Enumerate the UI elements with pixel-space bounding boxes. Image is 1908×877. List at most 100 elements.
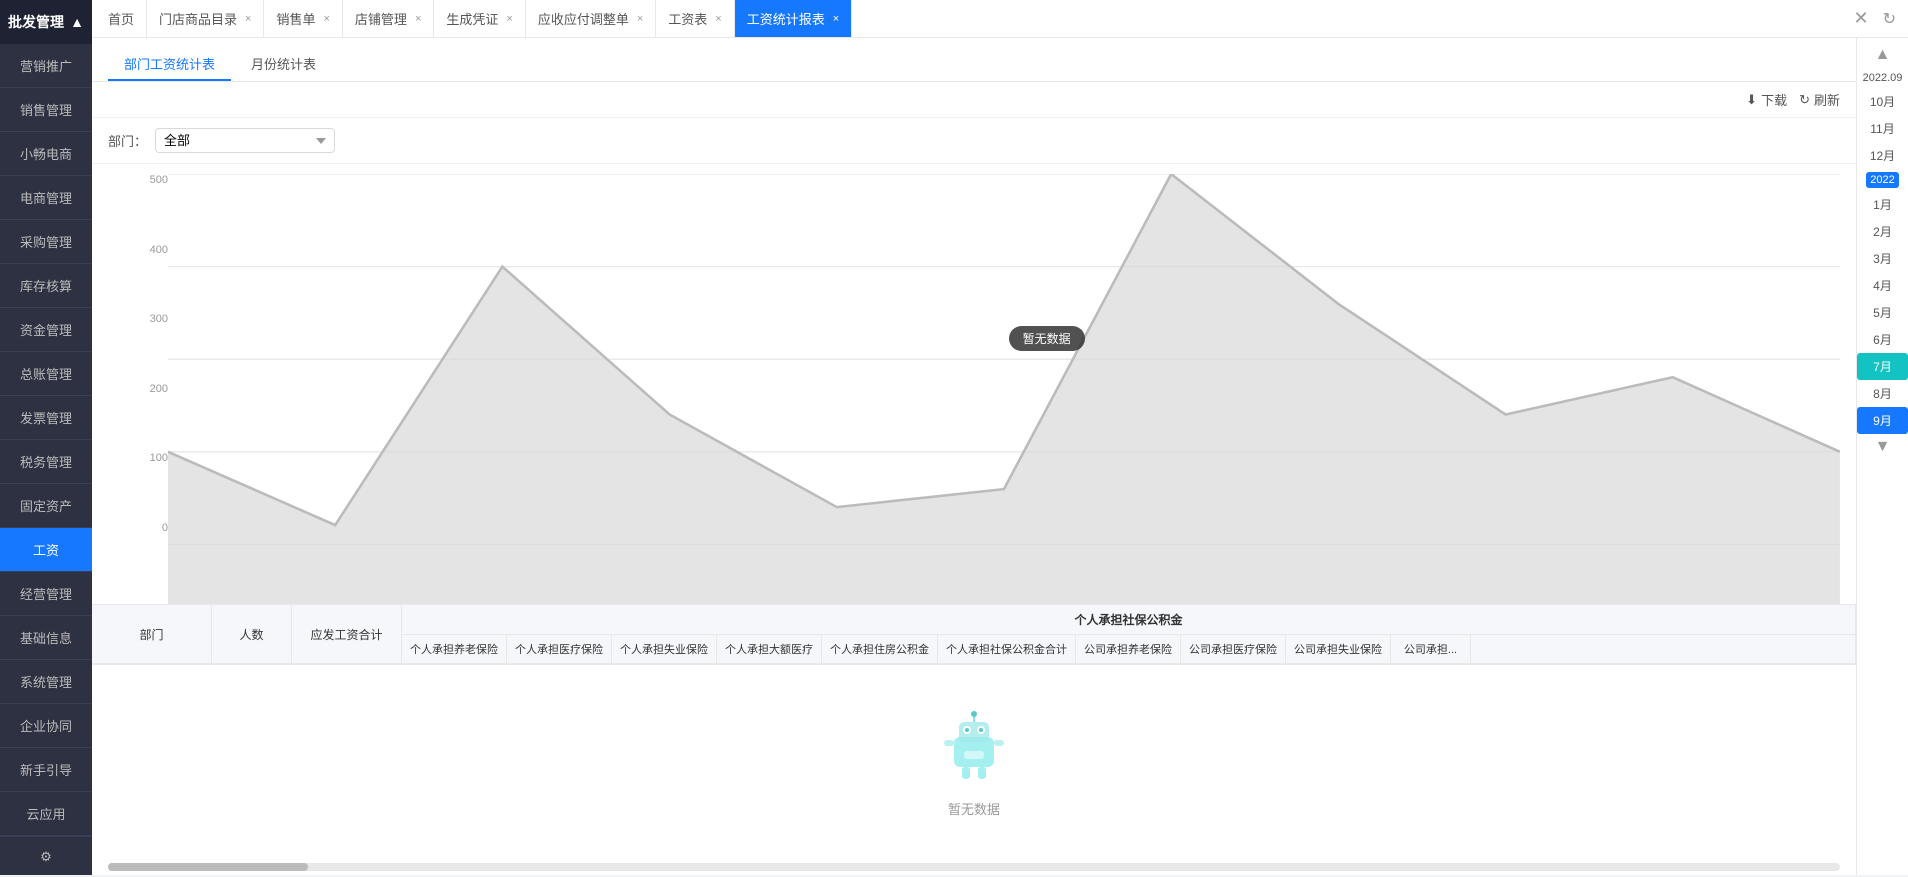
th-housing-fund: 个人承担住房公积金 bbox=[822, 635, 938, 663]
sidebar-item-ledger[interactable]: 总账管理 bbox=[0, 352, 92, 396]
chart-y-axis: 0 100 200 300 400 500 bbox=[138, 174, 168, 534]
dept-select[interactable]: 全部 bbox=[155, 128, 335, 153]
tab-ar-ap[interactable]: 应收应付调整单 × bbox=[526, 0, 656, 38]
tab-close-voucher[interactable]: × bbox=[506, 13, 512, 25]
th-major-medical: 个人承担大额医疗 bbox=[717, 635, 822, 663]
no-data-text: 暂无数据 bbox=[948, 799, 1000, 818]
sidebar-item-tax[interactable]: 税务管理 bbox=[0, 440, 92, 484]
tab-payroll[interactable]: 工资表 × bbox=[656, 0, 734, 38]
sidebar-item-system[interactable]: 系统管理 bbox=[0, 660, 92, 704]
th-total-salary: 应发工资合计 bbox=[292, 605, 402, 663]
date-month-jan[interactable]: 1月 bbox=[1857, 191, 1908, 218]
tab-close-store-catalog[interactable]: × bbox=[245, 13, 251, 25]
tab-close-payroll[interactable]: × bbox=[715, 13, 721, 25]
th-company-pension: 公司承担养老保险 bbox=[1076, 635, 1181, 663]
sidebar-item-basic-info[interactable]: 基础信息 bbox=[0, 616, 92, 660]
sidebar: 批发管理 ▲ 营销推广 销售管理 小畅电商 电商管理 采购管理 库存核算 资金管… bbox=[0, 0, 92, 875]
date-month-dec[interactable]: 12月 bbox=[1857, 142, 1908, 169]
table-scrollbar-thumb[interactable] bbox=[108, 863, 308, 871]
y-label-500: 500 bbox=[138, 174, 168, 186]
date-month-aug[interactable]: 8月 bbox=[1857, 380, 1908, 407]
sidebar-item-finance[interactable]: 资金管理 bbox=[0, 308, 92, 352]
sub-tab-monthly[interactable]: 月份统计表 bbox=[235, 48, 332, 81]
y-label-400: 400 bbox=[138, 244, 168, 256]
tab-close-store-manage[interactable]: × bbox=[415, 13, 421, 25]
date-month-may[interactable]: 5月 bbox=[1857, 299, 1908, 326]
date-month-jul[interactable]: 7月 bbox=[1857, 353, 1908, 380]
table-scrollbar[interactable] bbox=[108, 863, 1840, 871]
page-content: 部门工资统计表 月份统计表 ⬇ 下载 ↻ 刷新 部门： bbox=[92, 38, 1856, 875]
close-all-tabs-button[interactable]: ✕ bbox=[1850, 8, 1873, 29]
sidebar-toggle-icon: ▲ bbox=[70, 14, 84, 30]
th-company-more: 公司承担... bbox=[1391, 635, 1471, 663]
sidebar-item-ecommerce-small[interactable]: 小畅电商 bbox=[0, 132, 92, 176]
tab-store-catalog[interactable]: 门店商品目录 × bbox=[147, 0, 264, 38]
sidebar-item-guide[interactable]: 新手引导 bbox=[0, 748, 92, 792]
tab-close-payroll-report[interactable]: × bbox=[833, 13, 839, 25]
th-headcount: 人数 bbox=[212, 605, 292, 663]
sub-tabs: 部门工资统计表 月份统计表 bbox=[92, 38, 1856, 82]
chart-container: 0 100 200 300 400 500 bbox=[108, 174, 1840, 574]
date-month-nov[interactable]: 11月 bbox=[1857, 115, 1908, 142]
sidebar-item-invoice[interactable]: 发票管理 bbox=[0, 396, 92, 440]
sidebar-item-operations[interactable]: 经营管理 bbox=[0, 572, 92, 616]
th-group-personal: 个人承担社保公积金 个人承担养老保险 个人承担医疗保险 个人承担失业保险 bbox=[402, 605, 1856, 663]
tab-bar-end: ✕ ↻ bbox=[1842, 8, 1908, 29]
th-company-medical: 公司承担医疗保险 bbox=[1181, 635, 1286, 663]
date-month-sep[interactable]: 9月 bbox=[1857, 407, 1908, 434]
tab-home[interactable]: 首页 bbox=[96, 0, 147, 38]
content-area: 部门工资统计表 月份统计表 ⬇ 下载 ↻ 刷新 部门： bbox=[92, 38, 1908, 875]
download-icon: ⬇ bbox=[1746, 92, 1757, 108]
sidebar-settings[interactable]: ⚙ bbox=[0, 836, 92, 877]
sidebar-item-collab[interactable]: 企业协同 bbox=[0, 704, 92, 748]
th-dept: 部门 bbox=[92, 605, 212, 663]
sidebar-item-sales[interactable]: 销售管理 bbox=[0, 88, 92, 132]
th-pension: 个人承担养老保险 bbox=[402, 635, 507, 663]
no-data-robot-icon bbox=[934, 707, 1014, 787]
tab-close-sales-order[interactable]: × bbox=[323, 13, 329, 25]
th-total-personal: 个人承担社保公积金合计 bbox=[938, 635, 1076, 663]
date-month-jun[interactable]: 6月 bbox=[1857, 326, 1908, 353]
main-area: 首页 门店商品目录 × 销售单 × 店铺管理 × 生成凭证 × 应收应付调整单 … bbox=[92, 0, 1908, 875]
date-year-badge-2022[interactable]: 2022 bbox=[1866, 172, 1898, 188]
sidebar-item-cloud[interactable]: 云应用 bbox=[0, 792, 92, 836]
tab-close-ar-ap[interactable]: × bbox=[637, 13, 643, 25]
tab-store-manage[interactable]: 店铺管理 × bbox=[343, 0, 434, 38]
y-label-0: 0 bbox=[138, 522, 168, 534]
chart-svg bbox=[168, 174, 1840, 604]
date-month-oct[interactable]: 10月 bbox=[1857, 88, 1908, 115]
sub-tab-dept[interactable]: 部门工资统计表 bbox=[108, 48, 231, 81]
toolbar: ⬇ 下载 ↻ 刷新 bbox=[92, 82, 1856, 118]
th-company-unemployment: 公司承担失业保险 bbox=[1286, 635, 1391, 663]
refresh-tabs-button[interactable]: ↻ bbox=[1879, 9, 1900, 29]
sidebar-item-ecommerce[interactable]: 电商管理 bbox=[0, 176, 92, 220]
sidebar-item-purchase[interactable]: 采购管理 bbox=[0, 220, 92, 264]
date-month-feb[interactable]: 2月 bbox=[1857, 218, 1908, 245]
th-group-label: 个人承担社保公积金 bbox=[402, 605, 1855, 635]
date-month-apr[interactable]: 4月 bbox=[1857, 272, 1908, 299]
refresh-button[interactable]: ↻ 刷新 bbox=[1799, 90, 1840, 109]
download-button[interactable]: ⬇ 下载 bbox=[1746, 90, 1787, 109]
date-year-2022[interactable]: 2022.09 bbox=[1861, 68, 1905, 88]
sidebar-item-payroll[interactable]: 工资 bbox=[0, 528, 92, 572]
th-cols-personal: 个人承担养老保险 个人承担医疗保险 个人承担失业保险 个人承担大额医疗 bbox=[402, 635, 1855, 663]
tab-sales-order[interactable]: 销售单 × bbox=[264, 0, 342, 38]
tab-bar: 首页 门店商品目录 × 销售单 × 店铺管理 × 生成凭证 × 应收应付调整单 … bbox=[92, 0, 1908, 38]
empty-state: 暂无数据 bbox=[92, 665, 1856, 859]
sidebar-item-marketing[interactable]: 营销推广 bbox=[0, 44, 92, 88]
date-month-mar[interactable]: 3月 bbox=[1857, 245, 1908, 272]
tab-payroll-report[interactable]: 工资统计报表 × bbox=[735, 0, 852, 38]
sidebar-item-inventory[interactable]: 库存核算 bbox=[0, 264, 92, 308]
th-medical: 个人承担医疗保险 bbox=[507, 635, 612, 663]
y-label-200: 200 bbox=[138, 383, 168, 395]
sidebar-title: 批发管理 bbox=[8, 12, 64, 32]
sidebar-header[interactable]: 批发管理 ▲ bbox=[0, 0, 92, 44]
tab-voucher[interactable]: 生成凭证 × bbox=[434, 0, 525, 38]
sidebar-item-assets[interactable]: 固定资产 bbox=[0, 484, 92, 528]
date-nav-up[interactable]: ▲ bbox=[1871, 42, 1895, 68]
refresh-icon: ↻ bbox=[1799, 92, 1810, 108]
table-wrapper: 部门 人数 应发工资合计 个人承担社保公积金 个人承 bbox=[92, 604, 1856, 875]
gear-icon: ⚙ bbox=[40, 849, 52, 864]
date-nav-down[interactable]: ▼ bbox=[1871, 434, 1895, 460]
y-label-100: 100 bbox=[138, 452, 168, 464]
